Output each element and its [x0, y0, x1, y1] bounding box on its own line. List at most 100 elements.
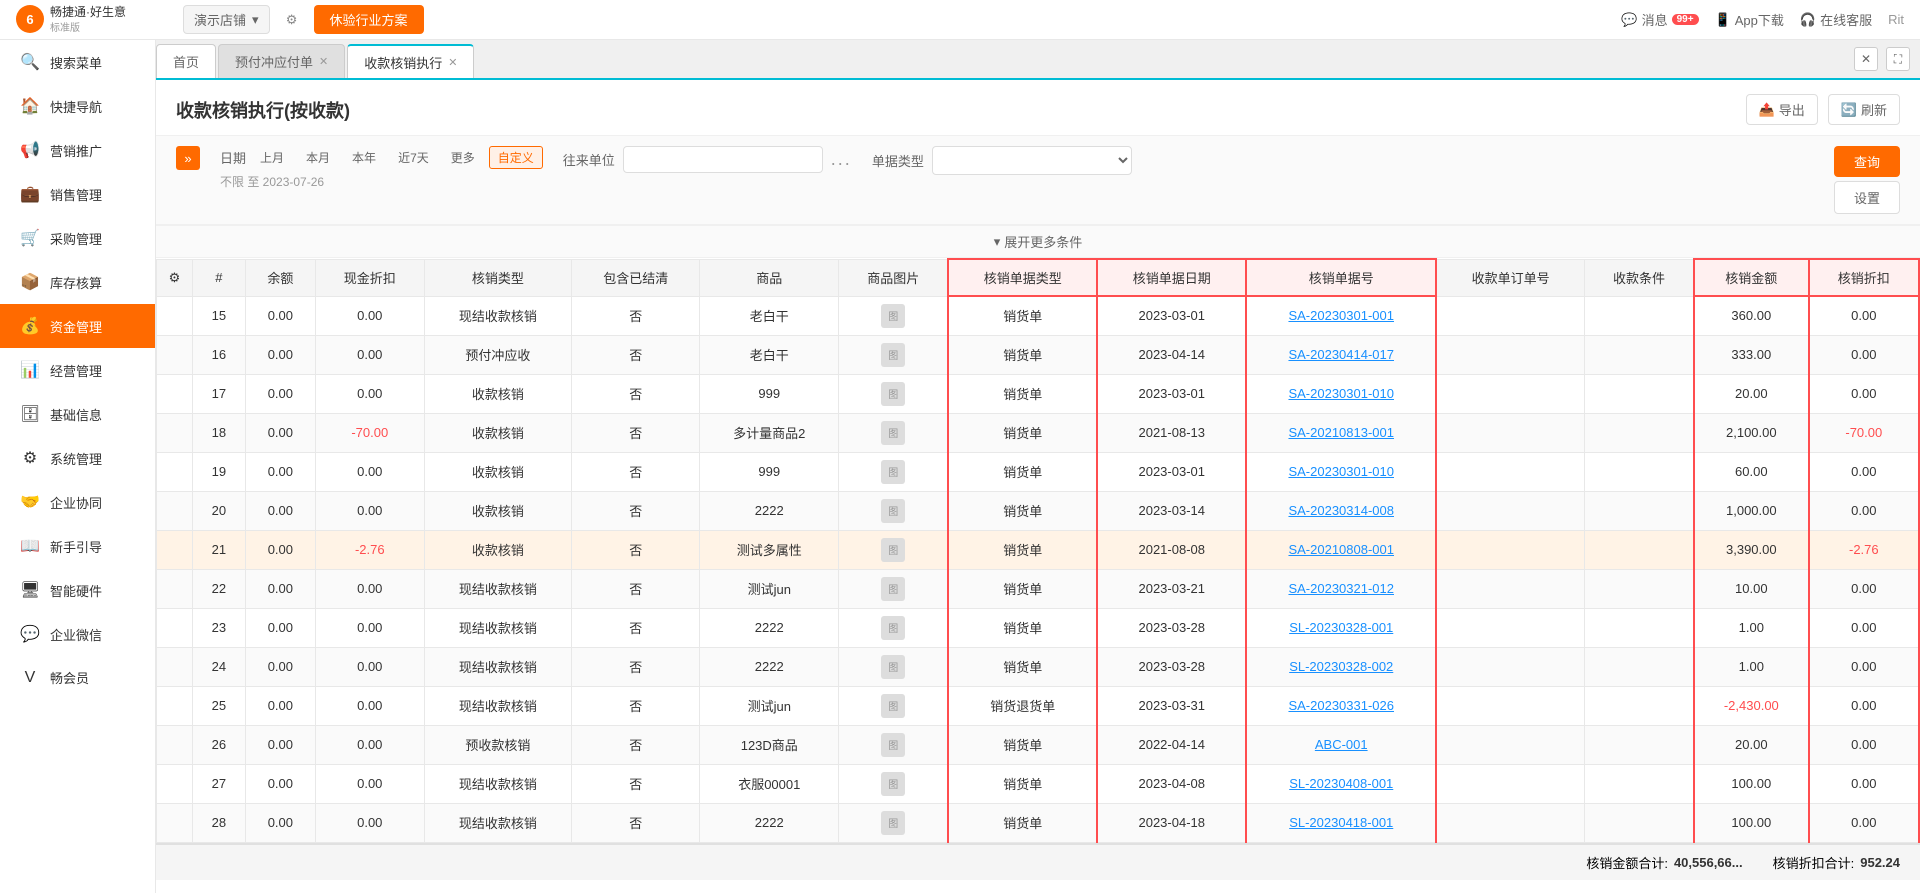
cell-cash-discount: 0.00 — [315, 803, 424, 842]
cell-cash-discount: 0.00 — [315, 725, 424, 764]
cell-cancel-amount: 100.00 — [1694, 764, 1809, 803]
sidebar-label-search: 搜索菜单 — [50, 53, 102, 72]
cell-cancel-voucher-type: 销货单 — [948, 452, 1097, 491]
tab-prepay[interactable]: 预付冲应付单 ✕ — [218, 44, 345, 78]
cell-gear[interactable] — [157, 335, 193, 374]
top-bar: 6 畅捷通·好生意 标准版 演示店铺 ▾ ⚙ 休验行业方案 💬 消息 99+ 📱… — [0, 0, 1920, 40]
export-button[interactable]: 📤 导出 — [1746, 94, 1818, 125]
sidebar-item-inventory[interactable]: 📦 库存核算 — [0, 260, 155, 304]
cell-include-settled: 否 — [572, 374, 700, 413]
sidebar-item-wechat[interactable]: 💬 企业微信 — [0, 612, 155, 656]
date-7days[interactable]: 近7天 — [390, 147, 437, 168]
cell-gear[interactable] — [157, 413, 193, 452]
date-last-month[interactable]: 上月 — [252, 147, 292, 168]
message-button[interactable]: 💬 消息 99+ — [1621, 10, 1698, 29]
cell-receipt-condition — [1584, 647, 1694, 686]
voucher-type-label: 单据类型 — [872, 151, 924, 170]
sidebar-item-sales[interactable]: 💼 销售管理 — [0, 172, 155, 216]
cell-goods: 测试多属性 — [700, 530, 839, 569]
cell-goods-img: 图 — [839, 335, 949, 374]
partner-input[interactable] — [623, 146, 823, 173]
cell-cancel-amount: 1,000.00 — [1694, 491, 1809, 530]
settings-gear-button[interactable]: ⚙ — [278, 6, 306, 34]
sidebar-item-basicinfo[interactable]: 🗄 基础信息 — [0, 392, 155, 436]
sidebar-item-search[interactable]: 🔍 搜索菜单 — [0, 40, 155, 84]
cell-cancel-voucher-type: 销货单 — [948, 608, 1097, 647]
cell-gear[interactable] — [157, 569, 193, 608]
cell-goods-img: 图 — [839, 764, 949, 803]
date-more[interactable]: 更多 — [443, 147, 483, 168]
expand-more-bar[interactable]: ▾ 展开更多条件 — [156, 225, 1920, 258]
cell-cancel-type: 收款核销 — [424, 374, 572, 413]
cell-gear[interactable] — [157, 296, 193, 335]
filter-expand-button[interactable]: » — [176, 146, 200, 170]
sidebar-item-operation[interactable]: 📊 经营管理 — [0, 348, 155, 392]
date-custom[interactable]: 自定义 — [489, 146, 543, 169]
home-icon: 🏠 — [20, 96, 40, 116]
sidebar-item-marketing[interactable]: 📢 营销推广 — [0, 128, 155, 172]
table-row: 19 0.00 0.00 收款核销 否 999 图 销货单 2023-03-01… — [157, 452, 1920, 491]
cell-cancel-voucher-type: 销货单 — [948, 803, 1097, 842]
cell-cancel-amount: 60.00 — [1694, 452, 1809, 491]
cell-cash-discount: 0.00 — [315, 647, 424, 686]
sidebar-item-system[interactable]: ⚙ 系统管理 — [0, 436, 155, 480]
tab-maximize-button[interactable]: ⛶ — [1886, 47, 1910, 71]
cell-cancel-type: 现结收款核销 — [424, 647, 572, 686]
refresh-button[interactable]: 🔄 刷新 — [1828, 94, 1900, 125]
sidebar-label-finance: 资金管理 — [50, 317, 102, 336]
sidebar-label-system: 系统管理 — [50, 449, 102, 468]
tab-close-button[interactable]: ✕ — [1854, 47, 1878, 71]
cell-gear[interactable] — [157, 686, 193, 725]
message-icon: 💬 — [1621, 12, 1637, 28]
tab-home[interactable]: 首页 — [156, 44, 216, 78]
tab-receipt-cancel[interactable]: 收款核销执行 ✕ — [347, 44, 474, 78]
cell-cash-discount: 0.00 — [315, 569, 424, 608]
sidebar-item-guide[interactable]: 📖 新手引导 — [0, 524, 155, 568]
cell-gear[interactable] — [157, 530, 193, 569]
chart-icon: 📊 — [20, 360, 40, 380]
cell-balance: 0.00 — [245, 296, 315, 335]
cell-gear[interactable] — [157, 764, 193, 803]
cell-gear[interactable] — [157, 452, 193, 491]
cell-balance: 0.00 — [245, 686, 315, 725]
setting-button[interactable]: 设置 — [1834, 181, 1900, 214]
finance-icon: 💰 — [20, 316, 40, 336]
sidebar-item-finance[interactable]: 💰 资金管理 — [0, 304, 155, 348]
cell-cash-discount: 0.00 — [315, 296, 424, 335]
cell-gear[interactable] — [157, 803, 193, 842]
cell-gear[interactable] — [157, 725, 193, 764]
sidebar-label-purchase: 采购管理 — [50, 229, 102, 248]
page-header: 收款核销执行(按收款) 📤 导出 🔄 刷新 — [156, 80, 1920, 136]
table-row: 17 0.00 0.00 收款核销 否 999 图 销货单 2023-03-01… — [157, 374, 1920, 413]
sidebar-item-hardware[interactable]: 🖥 智能硬件 — [0, 568, 155, 612]
app-download-button[interactable]: 📱 App下载 — [1715, 10, 1784, 29]
store-selector[interactable]: 演示店铺 ▾ — [183, 5, 270, 34]
cell-receipt-condition — [1584, 686, 1694, 725]
cell-gear[interactable] — [157, 647, 193, 686]
cell-seq: 24 — [193, 647, 246, 686]
cell-receipt-order-no — [1436, 803, 1584, 842]
industry-solution-button[interactable]: 休验行业方案 — [314, 5, 424, 34]
cell-cancel-no: SL-20230418-001 — [1246, 803, 1436, 842]
date-this-month[interactable]: 本月 — [298, 147, 338, 168]
cell-gear[interactable] — [157, 491, 193, 530]
cell-gear[interactable] — [157, 374, 193, 413]
tab-prepay-close[interactable]: ✕ — [319, 55, 328, 68]
tab-receipt-cancel-close[interactable]: ✕ — [448, 56, 457, 69]
col-cancel-voucher-type: 核销单据类型 — [948, 259, 1097, 296]
sidebar-item-collab[interactable]: 🤝 企业协同 — [0, 480, 155, 524]
date-this-year[interactable]: 本年 — [344, 147, 384, 168]
cell-goods-img: 图 — [839, 296, 949, 335]
online-service-button[interactable]: 🎧 在线客服 — [1800, 10, 1872, 29]
cell-cancel-type: 预收款核销 — [424, 725, 572, 764]
sidebar-item-purchase[interactable]: 🛒 采购管理 — [0, 216, 155, 260]
sidebar-item-quicknav[interactable]: 🏠 快捷导航 — [0, 84, 155, 128]
sidebar-label-marketing: 营销推广 — [50, 141, 102, 160]
query-button[interactable]: 查询 — [1834, 146, 1900, 177]
cell-goods-img: 图 — [839, 452, 949, 491]
voucher-type-select[interactable] — [932, 146, 1132, 175]
cell-include-settled: 否 — [572, 413, 700, 452]
col-gear[interactable]: ⚙ — [157, 259, 193, 296]
cell-gear[interactable] — [157, 608, 193, 647]
sidebar-item-member[interactable]: V 畅会员 — [0, 656, 155, 699]
